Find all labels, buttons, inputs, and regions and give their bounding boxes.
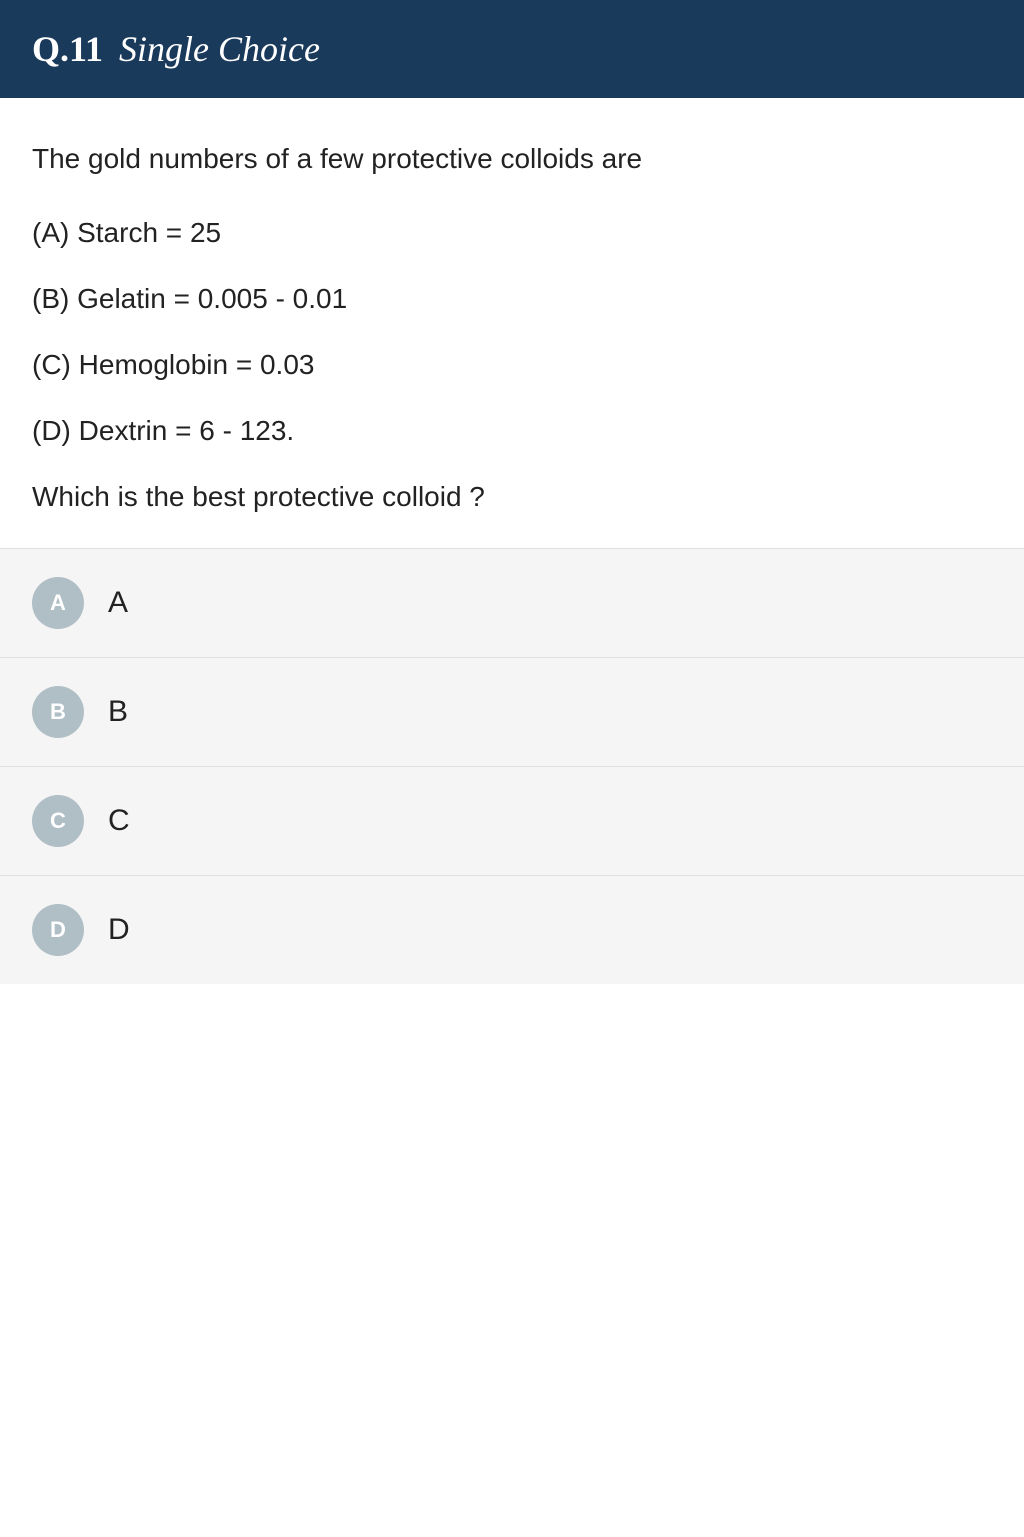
question-option-b: (B) Gelatin = 0.005 - 0.01: [32, 278, 992, 320]
answer-option-d[interactable]: D D: [0, 876, 1024, 984]
question-type: Single Choice: [119, 28, 320, 70]
question-option-d: (D) Dextrin = 6 - 123.: [32, 410, 992, 452]
question-intro: The gold numbers of a few protective col…: [32, 138, 992, 180]
question-number: Q.11: [32, 28, 103, 70]
option-label-a: A: [108, 586, 128, 620]
question-header: Q.11 Single Choice: [0, 0, 1024, 98]
answer-option-b[interactable]: B B: [0, 658, 1024, 767]
option-badge-c: C: [32, 795, 84, 847]
option-badge-d: D: [32, 904, 84, 956]
option-badge-a: A: [32, 577, 84, 629]
question-option-a: (A) Starch = 25: [32, 212, 992, 254]
option-label-c: C: [108, 804, 130, 838]
question-body: The gold numbers of a few protective col…: [0, 98, 1024, 548]
answer-options-container: A A B B C C D D: [0, 549, 1024, 984]
option-label-d: D: [108, 913, 130, 947]
answer-option-c[interactable]: C C: [0, 767, 1024, 876]
option-label-b: B: [108, 695, 128, 729]
answer-option-a[interactable]: A A: [0, 549, 1024, 658]
option-badge-b: B: [32, 686, 84, 738]
question-option-c: (C) Hemoglobin = 0.03: [32, 344, 992, 386]
question-sub: Which is the best protective colloid ?: [32, 476, 992, 518]
